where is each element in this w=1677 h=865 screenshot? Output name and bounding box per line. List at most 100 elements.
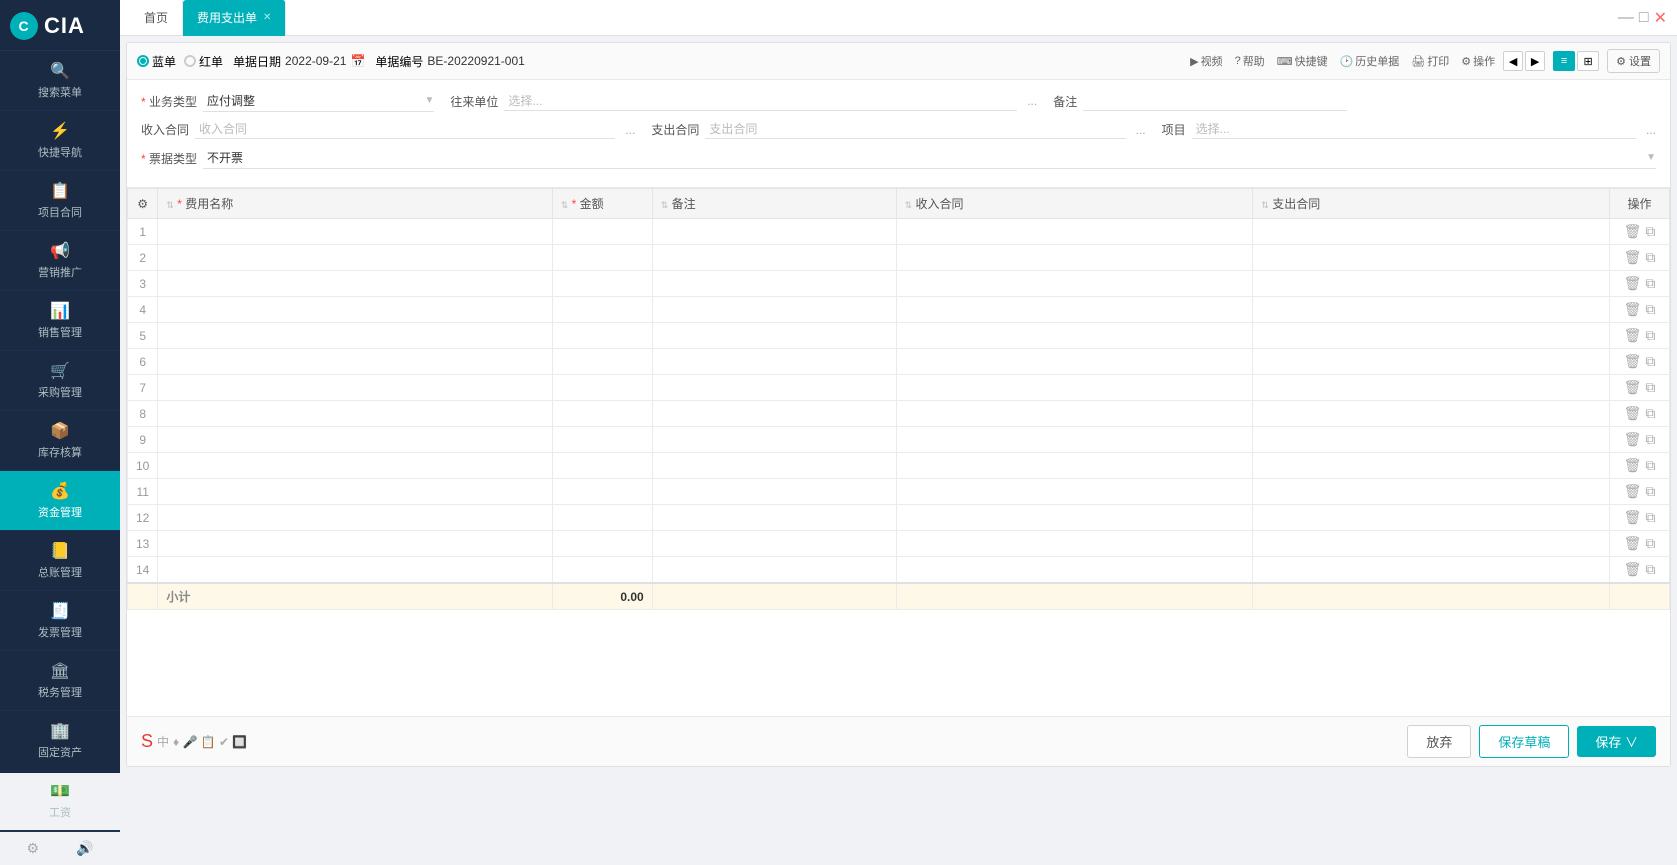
tab-expense[interactable]: 费用支出单 ✕ [183, 0, 286, 36]
copy-row-btn[interactable]: ⧉ [1645, 431, 1655, 447]
delete-row-btn[interactable]: 🗑 [1624, 457, 1642, 473]
expense-dots-icon[interactable]: ... [1136, 123, 1146, 137]
cell-expense-contract[interactable] [1253, 349, 1610, 375]
cell-income-contract[interactable] [896, 453, 1253, 479]
delete-row-btn[interactable]: 🗑 [1624, 353, 1642, 369]
cell-income-contract[interactable] [896, 427, 1253, 453]
cell-amount[interactable] [552, 297, 652, 323]
cell-expname[interactable] [158, 375, 552, 401]
delete-row-btn[interactable]: 🗑 [1624, 327, 1642, 343]
cell-expense-contract[interactable] [1253, 375, 1610, 401]
sidebar-item-marketing[interactable]: 📢 营销推广 [0, 231, 120, 291]
cell-income-contract[interactable] [896, 375, 1253, 401]
sidebar-item-salary[interactable]: 💵 工资 [0, 771, 120, 831]
cell-remark[interactable] [652, 271, 896, 297]
copy-row-btn[interactable]: ⧉ [1645, 301, 1655, 317]
discard-button[interactable]: 放弃 [1407, 725, 1471, 758]
radio-blue-label[interactable]: 蓝单 [137, 53, 176, 70]
copy-row-btn[interactable]: ⧉ [1645, 457, 1655, 473]
cell-amount[interactable] [552, 453, 652, 479]
sidebar-item-assets[interactable]: 🏢 固定资产 [0, 711, 120, 771]
window-restore[interactable]: □ [1639, 9, 1649, 27]
cell-expname[interactable] [158, 271, 552, 297]
cell-expname[interactable] [158, 557, 552, 584]
sidebar-item-capital[interactable]: 💰 资金管理 [0, 471, 120, 531]
next-btn[interactable]: ▶ [1525, 51, 1545, 71]
cell-expense-contract[interactable] [1253, 557, 1610, 584]
project-dots-icon[interactable]: ... [1646, 123, 1656, 137]
cell-expname[interactable] [158, 427, 552, 453]
expense-contract-input[interactable] [705, 120, 1125, 139]
cell-amount[interactable] [552, 479, 652, 505]
cell-income-contract[interactable] [896, 349, 1253, 375]
cell-expname[interactable] [158, 219, 552, 245]
cell-expense-contract[interactable] [1253, 219, 1610, 245]
cell-amount[interactable] [552, 323, 652, 349]
toolbar-help-btn[interactable]: ? 帮助 [1235, 53, 1265, 69]
cell-expname[interactable] [158, 531, 552, 557]
remarks-input[interactable] [1083, 92, 1346, 111]
sidebar-item-inventory[interactable]: 📦 库存核算 [0, 411, 120, 471]
cell-remark[interactable] [652, 401, 896, 427]
delete-row-btn[interactable]: 🗑 [1624, 223, 1642, 239]
sidebar-item-invoice[interactable]: 🧾 发票管理 [0, 591, 120, 651]
sidebar-item-projcontract[interactable]: 📋 项目合同 [0, 171, 120, 231]
cell-expense-contract[interactable] [1253, 323, 1610, 349]
save-button[interactable]: 保存 ∨ [1577, 726, 1656, 757]
copy-row-btn[interactable]: ⧉ [1645, 327, 1655, 343]
view-grid-btn[interactable]: ⊞ [1577, 51, 1599, 71]
radio-red-label[interactable]: 红单 [184, 53, 223, 70]
cell-income-contract[interactable] [896, 323, 1253, 349]
col-remark-sort[interactable]: ⇅ [661, 200, 669, 210]
view-list-btn[interactable]: ≡ [1553, 51, 1575, 71]
sidebar-item-search[interactable]: 🔍 搜索菜单 [0, 51, 120, 111]
delete-row-btn[interactable]: 🗑 [1624, 431, 1642, 447]
cell-income-contract[interactable] [896, 245, 1253, 271]
cell-amount[interactable] [552, 375, 652, 401]
cell-income-contract[interactable] [896, 557, 1253, 584]
partner-input[interactable] [504, 92, 1017, 111]
window-minimize[interactable]: — [1618, 9, 1634, 27]
col-income-sort[interactable]: ⇅ [905, 200, 913, 210]
tab-expense-close[interactable]: ✕ [263, 12, 271, 23]
cell-income-contract[interactable] [896, 401, 1253, 427]
delete-row-btn[interactable]: 🗑 [1624, 509, 1642, 525]
sidebar-item-sales[interactable]: 📊 销售管理 [0, 291, 120, 351]
col-expense-sort[interactable]: ⇅ [1261, 200, 1269, 210]
cell-remark[interactable] [652, 245, 896, 271]
toolbar-video-btn[interactable]: ▶ 视频 [1190, 53, 1222, 69]
cell-income-contract[interactable] [896, 531, 1253, 557]
cell-expense-contract[interactable] [1253, 401, 1610, 427]
copy-row-btn[interactable]: ⧉ [1645, 483, 1655, 499]
copy-row-btn[interactable]: ⧉ [1645, 561, 1655, 577]
delete-row-btn[interactable]: 🗑 [1624, 483, 1642, 499]
copy-row-btn[interactable]: ⧉ [1645, 249, 1655, 265]
cell-expname[interactable] [158, 297, 552, 323]
cell-amount[interactable] [552, 349, 652, 375]
cell-income-contract[interactable] [896, 505, 1253, 531]
calendar-icon[interactable]: 📅 [350, 54, 365, 68]
cell-amount[interactable] [552, 245, 652, 271]
cell-amount[interactable] [552, 219, 652, 245]
window-close[interactable]: ✕ [1654, 8, 1667, 28]
cell-remark[interactable] [652, 427, 896, 453]
cell-expname[interactable] [158, 505, 552, 531]
cell-expname[interactable] [158, 245, 552, 271]
cell-amount[interactable] [552, 557, 652, 584]
sidebar-item-purchase[interactable]: 🛒 采购管理 [0, 351, 120, 411]
copy-row-btn[interactable]: ⧉ [1645, 509, 1655, 525]
cell-remark[interactable] [652, 323, 896, 349]
sidebar-item-quicknav[interactable]: ⚡ 快捷导航 [0, 111, 120, 171]
cell-expense-contract[interactable] [1253, 453, 1610, 479]
sidebar-item-ledger[interactable]: 📒 总账管理 [0, 531, 120, 591]
invoice-type-select[interactable]: 不开票 ▼ [203, 147, 1656, 169]
copy-row-btn[interactable]: ⧉ [1645, 353, 1655, 369]
toolbar-history-btn[interactable]: 🕑 历史单据 [1340, 53, 1400, 69]
cell-income-contract[interactable] [896, 479, 1253, 505]
cell-amount[interactable] [552, 427, 652, 453]
cell-expname[interactable] [158, 323, 552, 349]
toolbar-shortcut-btn[interactable]: ⌨ 快捷键 [1277, 53, 1328, 69]
save-draft-button[interactable]: 保存草稿 [1479, 725, 1569, 758]
col-settings[interactable]: ⚙ [128, 189, 158, 219]
sidebar-item-tax[interactable]: 🏛 税务管理 [0, 651, 120, 711]
